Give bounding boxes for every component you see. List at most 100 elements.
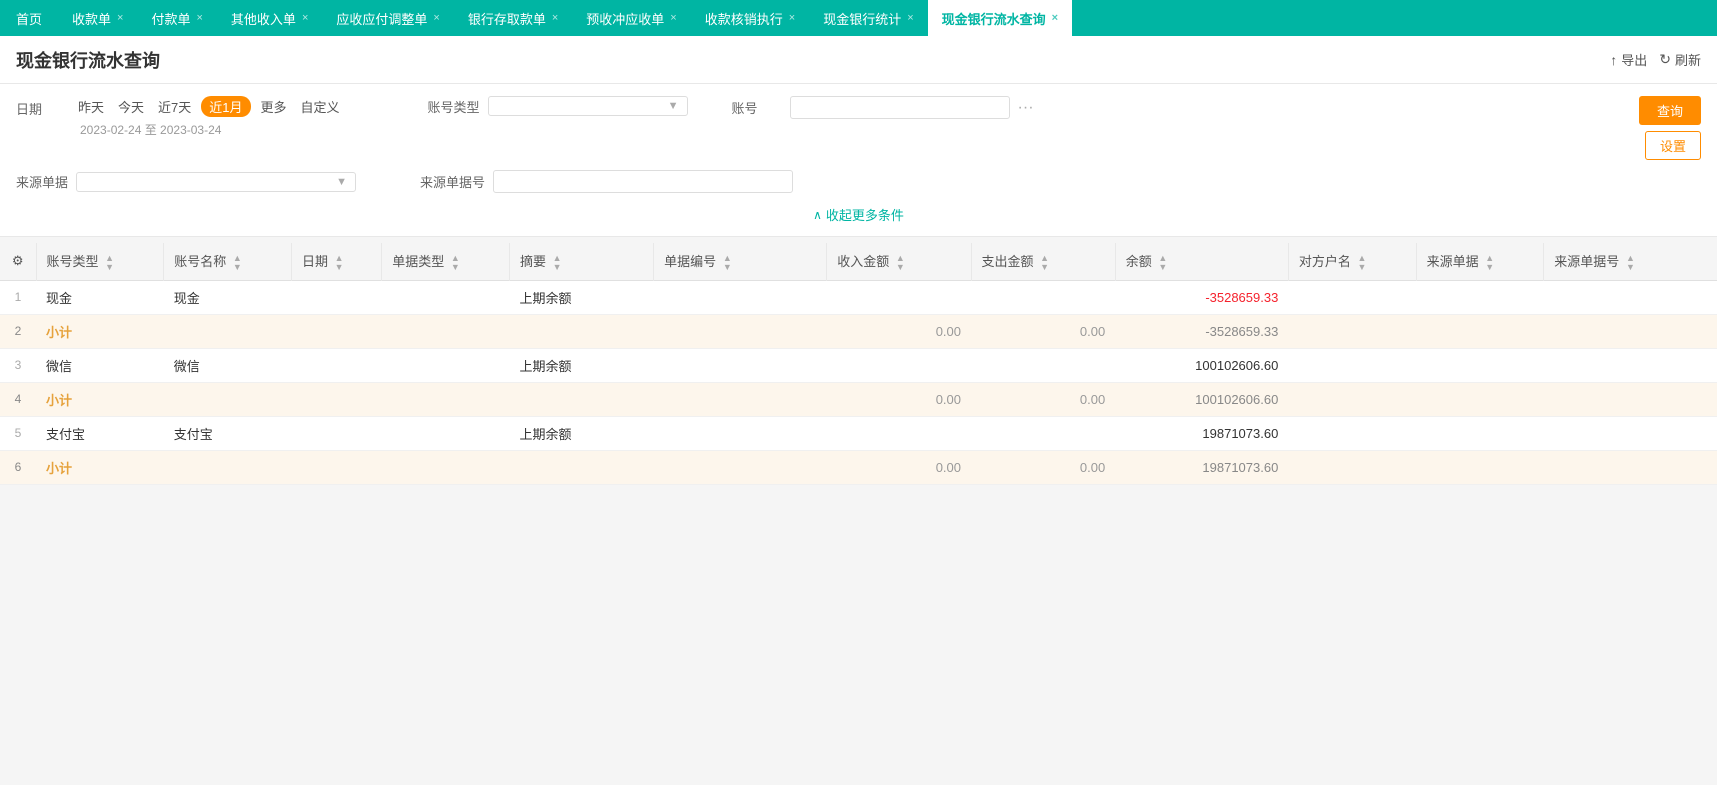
row-account-type: 小计 xyxy=(36,450,164,484)
source-doc-num-input[interactable] xyxy=(493,170,793,193)
row-counterparty xyxy=(1288,348,1416,382)
sort-icon: ▲▼ xyxy=(1158,254,1167,272)
collapse-bar[interactable]: ∧ 收起更多条件 xyxy=(16,201,1701,228)
close-icon[interactable]: × xyxy=(196,12,202,24)
chevron-up-icon: ∧ xyxy=(813,208,822,222)
row-date xyxy=(291,416,381,450)
close-icon[interactable]: × xyxy=(117,12,123,24)
row-account-name: 支付宝 xyxy=(164,416,292,450)
table-row: 3 微信 微信 上期余额 100102606.60 xyxy=(0,348,1717,382)
shortcut-7days[interactable]: 近7天 xyxy=(154,96,195,117)
row-source-doc xyxy=(1416,416,1544,450)
row-source-doc xyxy=(1416,450,1544,484)
row-summary: 上期余额 xyxy=(509,348,653,382)
ellipsis-icon[interactable]: ··· xyxy=(1018,99,1034,117)
nav-tab-2[interactable]: 其他收入单 × xyxy=(217,0,322,36)
col-doc-type[interactable]: 单据类型 ▲▼ xyxy=(382,243,510,280)
close-icon[interactable]: × xyxy=(552,12,558,24)
nav-tab-7[interactable]: 现金银行统计 × xyxy=(809,0,927,36)
row-balance: 100102606.60 xyxy=(1115,348,1288,382)
query-button[interactable]: 查询 xyxy=(1639,96,1701,125)
col-expense[interactable]: 支出金额 ▲▼ xyxy=(971,243,1115,280)
row-source-doc-no xyxy=(1544,314,1717,348)
row-doc-no xyxy=(654,450,827,484)
row-account-type: 支付宝 xyxy=(36,416,164,450)
col-date[interactable]: 日期 ▲▼ xyxy=(291,243,381,280)
row-num: 3 xyxy=(0,348,36,382)
nav-tab-5[interactable]: 预收冲应收单 × xyxy=(572,0,690,36)
col-summary[interactable]: 摘要 ▲▼ xyxy=(509,243,653,280)
close-icon[interactable]: × xyxy=(789,12,795,24)
col-account-name[interactable]: 账号名称 ▲▼ xyxy=(164,243,292,280)
nav-tab-6[interactable]: 收款核销执行 × xyxy=(691,0,809,36)
account-input[interactable] xyxy=(790,96,1010,119)
gear-header[interactable]: ⚙ xyxy=(0,243,36,280)
close-icon[interactable]: × xyxy=(1052,12,1058,24)
row-counterparty xyxy=(1288,416,1416,450)
row-num: 4 xyxy=(0,382,36,416)
sort-icon: ▲▼ xyxy=(1626,254,1635,272)
sort-icon: ▲▼ xyxy=(335,254,344,272)
data-table: ⚙ 账号类型 ▲▼ 账号名称 ▲▼ 日期 ▲▼ 单据类型 ▲▼ xyxy=(0,243,1717,485)
shortcut-yesterday[interactable]: 昨天 xyxy=(74,96,108,117)
nav-tab-4[interactable]: 银行存取款单 × xyxy=(454,0,572,36)
nav-tab-3[interactable]: 应收应付调整单 × xyxy=(322,0,453,36)
row-summary xyxy=(509,450,653,484)
nav-tab-0[interactable]: 收款单 × xyxy=(58,0,137,36)
row-source-doc-no xyxy=(1544,450,1717,484)
sort-icon: ▲▼ xyxy=(553,254,562,272)
row-account-name: 微信 xyxy=(164,348,292,382)
row-counterparty xyxy=(1288,382,1416,416)
row-expense: 0.00 xyxy=(971,450,1115,484)
row-num: 5 xyxy=(0,416,36,450)
col-counterparty[interactable]: 对方户名 ▲▼ xyxy=(1288,243,1416,280)
close-icon[interactable]: × xyxy=(670,12,676,24)
settings-button[interactable]: 设置 xyxy=(1645,131,1701,160)
col-doc-no[interactable]: 单据编号 ▲▼ xyxy=(654,243,827,280)
table-row: 6 小计 0.00 0.00 19871073.60 xyxy=(0,450,1717,484)
chevron-down-icon: ▼ xyxy=(668,100,679,112)
col-source-doc[interactable]: 来源单据 ▲▼ xyxy=(1416,243,1544,280)
shortcut-today[interactable]: 今天 xyxy=(114,96,148,117)
date-range-display: 2023-02-24 至 2023-03-24 xyxy=(80,121,344,138)
close-icon[interactable]: × xyxy=(302,12,308,24)
row-counterparty xyxy=(1288,450,1416,484)
col-account-type[interactable]: 账号类型 ▲▼ xyxy=(36,243,164,280)
refresh-button[interactable]: ↻ 刷新 xyxy=(1659,50,1701,69)
row-doc-no xyxy=(654,280,827,314)
col-source-doc-no[interactable]: 来源单据号 ▲▼ xyxy=(1544,243,1717,280)
sort-icon: ▲▼ xyxy=(1485,254,1494,272)
row-counterparty xyxy=(1288,280,1416,314)
nav-tab-1[interactable]: 付款单 × xyxy=(137,0,216,36)
row-source-doc-no xyxy=(1544,348,1717,382)
row-account-name xyxy=(164,382,292,416)
filter-area: 日期 昨天 今天 近7天 近1月 更多 自定义 2023-02-24 至 202… xyxy=(0,84,1717,237)
row-source-doc xyxy=(1416,382,1544,416)
col-income[interactable]: 收入金额 ▲▼ xyxy=(827,243,971,280)
shortcut-custom[interactable]: 自定义 xyxy=(297,96,344,117)
nav-tab-8[interactable]: 现金银行流水查询 × xyxy=(928,0,1072,36)
row-doc-type xyxy=(382,416,510,450)
col-balance[interactable]: 余额 ▲▼ xyxy=(1115,243,1288,280)
nav-home[interactable]: 首页 xyxy=(0,0,58,36)
row-doc-type xyxy=(382,314,510,348)
row-balance: -3528659.33 xyxy=(1115,280,1288,314)
row-balance: 19871073.60 xyxy=(1115,450,1288,484)
source-doc-select[interactable]: ▼ xyxy=(76,172,356,192)
top-nav: 首页 收款单 × 付款单 × 其他收入单 × 应收应付调整单 × 银行存取款单 … xyxy=(0,0,1717,36)
table-row: 4 小计 0.00 0.00 100102606.60 xyxy=(0,382,1717,416)
row-account-name xyxy=(164,450,292,484)
export-button[interactable]: ↑ 导出 xyxy=(1610,50,1647,69)
close-icon[interactable]: × xyxy=(433,12,439,24)
row-num: 2 xyxy=(0,314,36,348)
row-income: 0.00 xyxy=(827,314,971,348)
row-date xyxy=(291,314,381,348)
shortcut-more[interactable]: 更多 xyxy=(257,96,291,117)
close-icon[interactable]: × xyxy=(907,12,913,24)
row-date xyxy=(291,280,381,314)
row-doc-no xyxy=(654,416,827,450)
account-type-select[interactable]: ▼ xyxy=(488,96,688,116)
row-source-doc xyxy=(1416,348,1544,382)
shortcut-1month[interactable]: 近1月 xyxy=(201,96,250,117)
gear-icon: ⚙ xyxy=(12,253,24,268)
